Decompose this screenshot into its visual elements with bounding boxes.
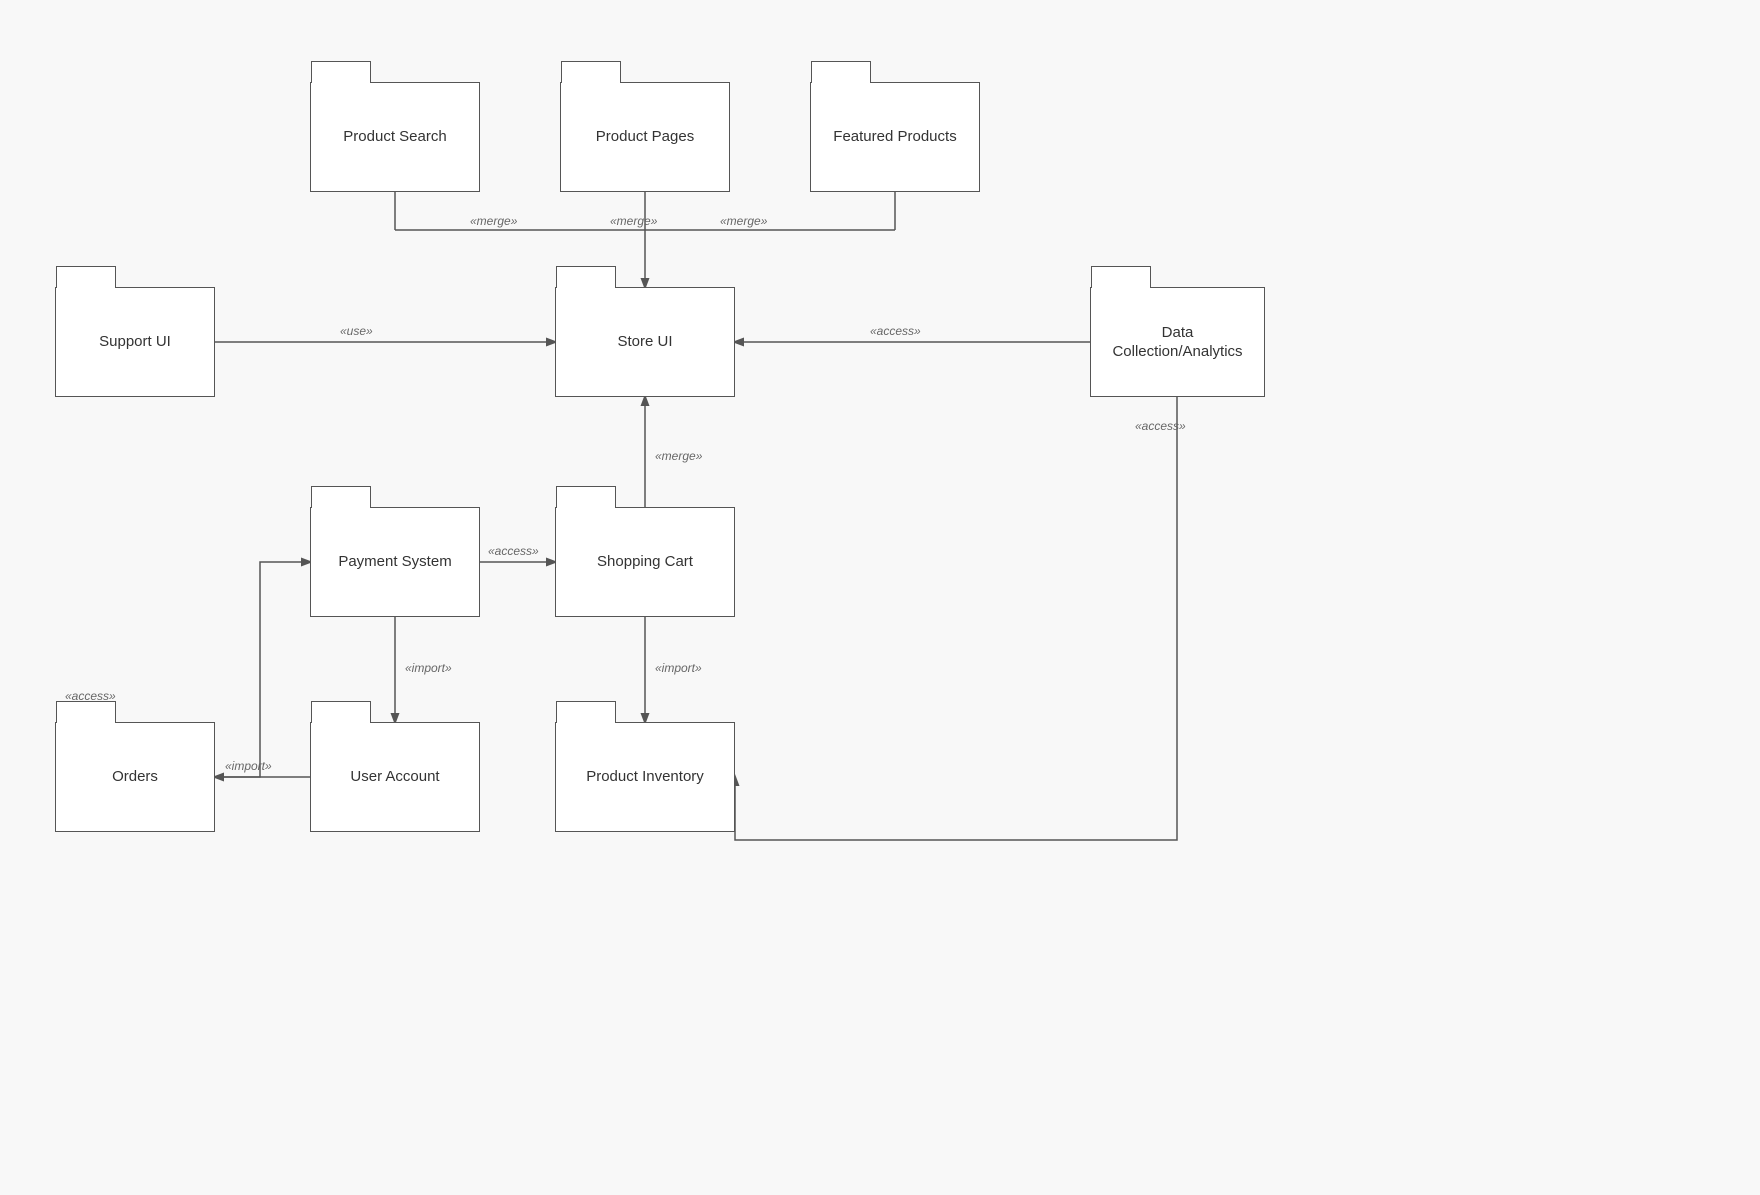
access-label-dc: «access» — [870, 324, 921, 338]
product-search-node: Product Search — [310, 82, 480, 192]
store-ui-node: Store UI — [555, 287, 735, 397]
product-search-tab — [311, 61, 371, 83]
orders-node: Orders — [55, 722, 215, 832]
orders-label: Orders — [56, 723, 214, 831]
use-label: «use» — [340, 324, 373, 338]
merge-label-pp: «merge» — [610, 214, 658, 228]
import-label-pi: «import» — [655, 661, 702, 675]
support-ui-tab — [56, 266, 116, 288]
payment-system-node: Payment System — [310, 507, 480, 617]
user-account-label: User Account — [311, 723, 479, 831]
featured-products-label: Featured Products — [811, 83, 979, 191]
data-collection-node: DataCollection/Analytics — [1090, 287, 1265, 397]
product-inventory-node: Product Inventory — [555, 722, 735, 832]
support-ui-label: Support UI — [56, 288, 214, 396]
payment-system-label: Payment System — [311, 508, 479, 616]
product-inventory-tab — [556, 701, 616, 723]
featured-products-node: Featured Products — [810, 82, 980, 192]
orders-tab — [56, 701, 116, 723]
featured-products-tab — [811, 61, 871, 83]
merge-label-sc: «merge» — [655, 449, 703, 463]
product-pages-label: Product Pages — [561, 83, 729, 191]
shopping-cart-node: Shopping Cart — [555, 507, 735, 617]
merge-label-fp: «merge» — [720, 214, 768, 228]
product-search-label: Product Search — [311, 83, 479, 191]
product-pages-node: Product Pages — [560, 82, 730, 192]
store-ui-tab — [556, 266, 616, 288]
user-account-tab — [311, 701, 371, 723]
merge-label-ps: «merge» — [470, 214, 518, 228]
access-label-pay: «access» — [488, 544, 539, 558]
store-ui-label: Store UI — [556, 288, 734, 396]
import-label-ua: «import» — [405, 661, 452, 675]
data-collection-label: DataCollection/Analytics — [1091, 288, 1264, 396]
access-label-dc-bottom: «access» — [1135, 419, 1186, 433]
user-account-node: User Account — [310, 722, 480, 832]
diagram-container: «merge» «merge» «merge» «use» «access» «… — [0, 0, 1760, 1195]
payment-system-tab — [311, 486, 371, 508]
support-ui-node: Support UI — [55, 287, 215, 397]
shopping-cart-label: Shopping Cart — [556, 508, 734, 616]
product-pages-tab — [561, 61, 621, 83]
product-inventory-label: Product Inventory — [556, 723, 734, 831]
import-label-orders: «import» — [225, 759, 272, 773]
data-collection-tab — [1091, 266, 1151, 288]
shopping-cart-tab — [556, 486, 616, 508]
